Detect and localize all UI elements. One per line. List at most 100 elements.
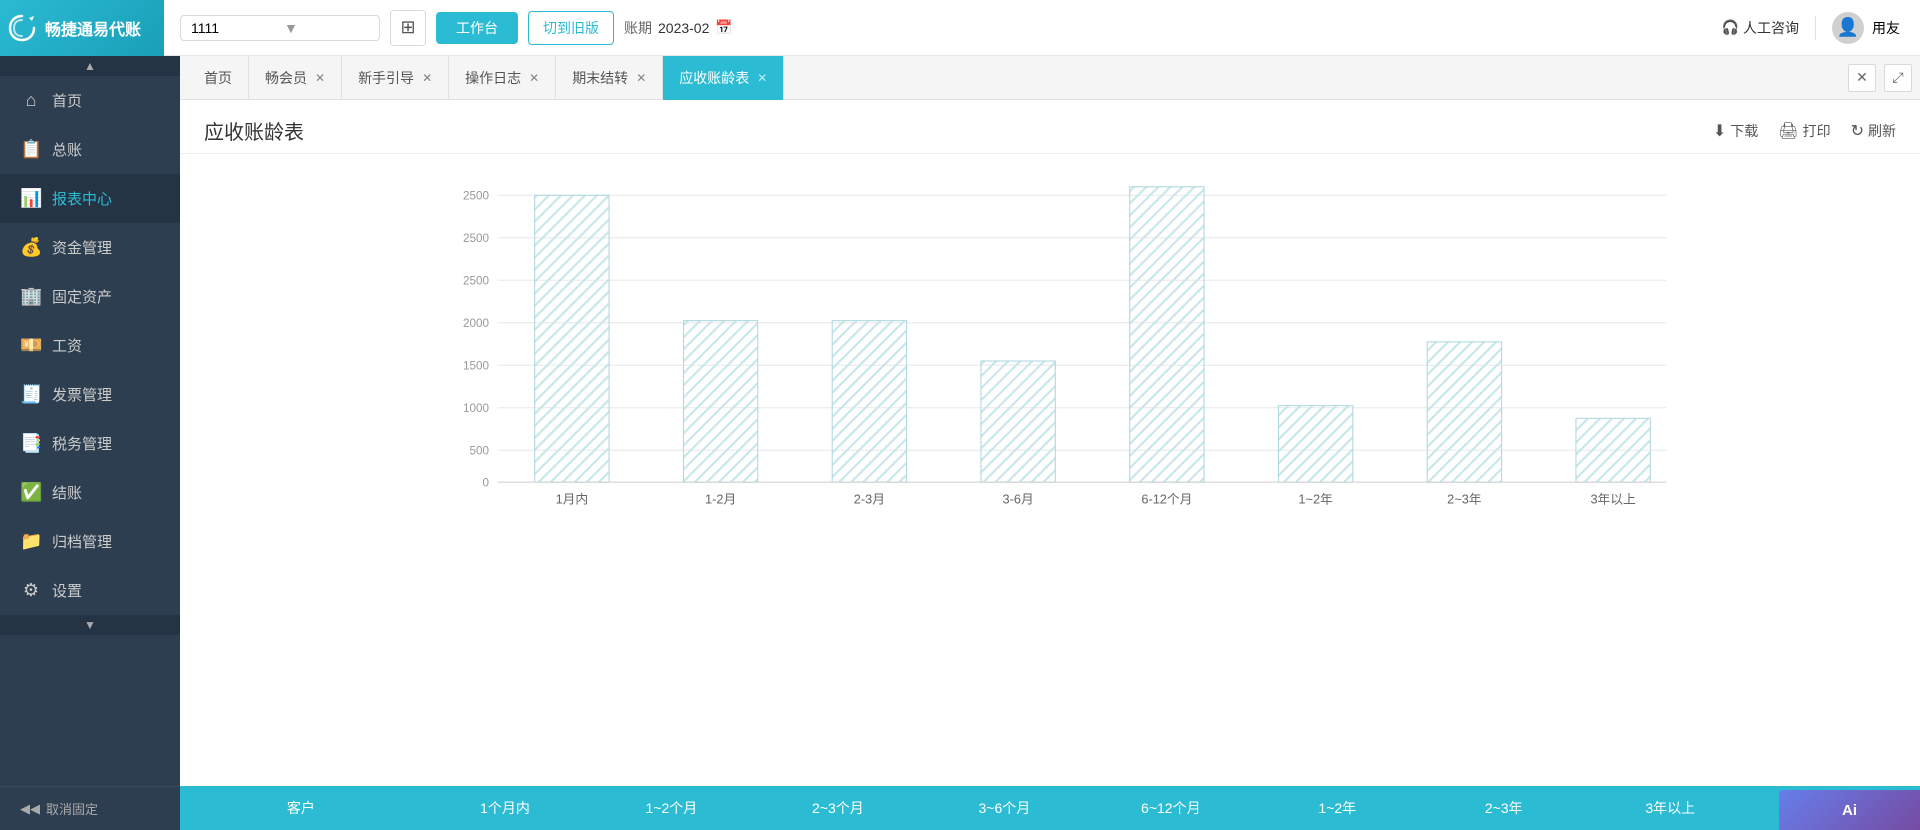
user-area[interactable]: 👤 用友 (1832, 12, 1900, 44)
sidebar-scroll-up[interactable]: ▲ (0, 56, 180, 76)
print-icon: 🖨 (1778, 121, 1798, 141)
close-all-tabs-button[interactable]: ✕ (1848, 64, 1876, 92)
sidebar-item-home[interactable]: ⌂ 首页 (0, 76, 180, 125)
tab-guide[interactable]: 新手引导 ✕ (342, 56, 449, 100)
svg-text:3-6月: 3-6月 (1003, 491, 1034, 506)
sidebar-label-home: 首页 (52, 90, 82, 111)
svg-text:2~3年: 2~3年 (1447, 491, 1482, 506)
service-button[interactable]: 🎧 人工咨询 (1722, 18, 1799, 38)
sidebar-label-reports: 报表中心 (52, 188, 112, 209)
sidebar-item-settings[interactable]: ⚙ 设置 (0, 566, 180, 615)
bar-2-3month (832, 321, 906, 483)
sidebar-label-assets: 固定资产 (52, 286, 112, 307)
svg-text:0: 0 (483, 476, 490, 489)
tab-member[interactable]: 畅会员 ✕ (249, 56, 342, 100)
tab-member-label: 畅会员 (265, 68, 307, 88)
download-button[interactable]: ⬇ 下载 (1713, 121, 1758, 141)
refresh-button[interactable]: ↻ 刷新 (1851, 121, 1896, 141)
invoice-icon: 🧾 (20, 384, 42, 405)
print-label: 打印 (1803, 121, 1831, 141)
col-3-6month: 3~6个月 (921, 798, 1087, 818)
tab-ar-aging[interactable]: 应收账龄表 ✕ (663, 56, 784, 100)
sidebar-label-invoice: 发票管理 (52, 384, 112, 405)
download-icon: ⬇ (1713, 121, 1726, 141)
sidebar-item-assets[interactable]: 🏢 固定资产 (0, 272, 180, 321)
tab-oplog-label: 操作日志 (465, 68, 521, 88)
download-label: 下载 (1730, 121, 1758, 141)
content-area: 首页 畅会员 ✕ 新手引导 ✕ 操作日志 ✕ 期末结转 ✕ 应收账龄表 ✕ (180, 56, 1920, 830)
col-2-3year: 2~3年 (1421, 798, 1587, 818)
sidebar-label-ledger: 总账 (52, 139, 82, 160)
tab-member-close[interactable]: ✕ (315, 71, 325, 85)
sidebar-item-tax[interactable]: 📑 税务管理 (0, 419, 180, 468)
period-value: 2023-02 (658, 20, 709, 36)
sidebar-item-invoice[interactable]: 🧾 发票管理 (0, 370, 180, 419)
cancel-pin-label: 取消固定 (46, 799, 98, 818)
page-content: 应收账龄表 ⬇ 下载 🖨 打印 ↻ 刷新 (180, 100, 1920, 830)
cancel-pin-button[interactable]: ◀◀ 取消固定 (0, 787, 180, 830)
bar-2-3year (1427, 342, 1501, 482)
tab-home-label: 首页 (204, 68, 232, 88)
svg-text:3年以上: 3年以上 (1590, 491, 1636, 506)
workbench-button[interactable]: 工作台 (436, 12, 518, 44)
period-label: 账期 (624, 18, 652, 38)
tab-period-end[interactable]: 期末结转 ✕ (556, 56, 663, 100)
account-selector[interactable]: 1111 ▼ (180, 15, 380, 41)
reports-icon: 📊 (20, 188, 42, 209)
tax-icon: 📑 (20, 433, 42, 454)
table-header: 客户 1个月内 1~2个月 2~3个月 3~6个月 6~12个月 1~2年 2~… (180, 786, 1920, 830)
sidebar-label-archive: 归档管理 (52, 531, 112, 552)
switch-version-button[interactable]: 切到旧版 (528, 11, 614, 45)
period-area: 账期 2023-02 📅 (624, 18, 733, 38)
sidebar-item-archive[interactable]: 📁 归档管理 (0, 517, 180, 566)
settings-icon: ⚙ (20, 580, 42, 601)
bar-1-2year (1278, 406, 1352, 483)
tabs-bar: 首页 畅会员 ✕ 新手引导 ✕ 操作日志 ✕ 期末结转 ✕ 应收账龄表 ✕ (180, 56, 1920, 100)
tab-ar-aging-close[interactable]: ✕ (757, 71, 767, 85)
payroll-icon: 💴 (20, 335, 42, 356)
calendar-icon[interactable]: 📅 (715, 19, 732, 36)
home-icon: ⌂ (20, 90, 42, 111)
tab-home[interactable]: 首页 (188, 56, 249, 100)
sidebar-scroll-down[interactable]: ▼ (0, 615, 180, 635)
col-2-3month: 2~3个月 (755, 798, 921, 818)
sidebar-item-checkout[interactable]: ✅ 结账 (0, 468, 180, 517)
tab-period-end-label: 期末结转 (572, 68, 628, 88)
headset-icon: 🎧 (1722, 19, 1739, 36)
tab-guide-close[interactable]: ✕ (422, 71, 432, 85)
svg-text:1-2月: 1-2月 (705, 491, 736, 506)
tab-oplog[interactable]: 操作日志 ✕ (449, 56, 556, 100)
sidebar-label-payroll: 工资 (52, 335, 82, 356)
col-1-2month: 1~2个月 (588, 798, 754, 818)
print-button[interactable]: 🖨 打印 (1778, 121, 1830, 141)
tab-period-end-close[interactable]: ✕ (636, 71, 646, 85)
col-1-2year: 1~2年 (1254, 798, 1420, 818)
svg-text:2000: 2000 (463, 317, 489, 330)
svg-text:2500: 2500 (463, 275, 489, 288)
ledger-icon: 📋 (20, 139, 42, 160)
page-title: 应收账龄表 (204, 116, 304, 145)
page-header: 应收账龄表 ⬇ 下载 🖨 打印 ↻ 刷新 (180, 100, 1920, 154)
bar-3plus-year (1576, 418, 1650, 482)
sidebar-item-ledger[interactable]: 📋 总账 (0, 125, 180, 174)
page-actions: ⬇ 下载 🖨 打印 ↻ 刷新 (1713, 121, 1896, 141)
sidebar-item-payroll[interactable]: 💴 工资 (0, 321, 180, 370)
copy-button[interactable]: ⊞ (390, 10, 426, 46)
col-3plus-year: 3年以上 (1587, 798, 1753, 818)
bar-1month (535, 195, 609, 482)
expand-tabs-button[interactable]: ⤢ (1884, 64, 1912, 92)
bar-1-2month (683, 321, 757, 483)
svg-text:500: 500 (470, 445, 490, 458)
sidebar-item-reports[interactable]: 📊 报表中心 (0, 174, 180, 223)
checkout-icon: ✅ (20, 482, 42, 503)
svg-text:6-12个月: 6-12个月 (1141, 491, 1192, 506)
sidebar-item-finance[interactable]: 💰 资金管理 (0, 223, 180, 272)
svg-text:2-3月: 2-3月 (854, 491, 885, 506)
account-name: 1111 (191, 20, 276, 36)
col-6-12month: 6~12个月 (1088, 798, 1254, 818)
tab-oplog-close[interactable]: ✕ (529, 71, 539, 85)
svg-text:2500: 2500 (463, 190, 489, 203)
bar-6-12month (1130, 187, 1204, 482)
svg-text:1~2年: 1~2年 (1298, 491, 1333, 506)
ai-assistant-badge[interactable]: Ai (1779, 790, 1920, 830)
